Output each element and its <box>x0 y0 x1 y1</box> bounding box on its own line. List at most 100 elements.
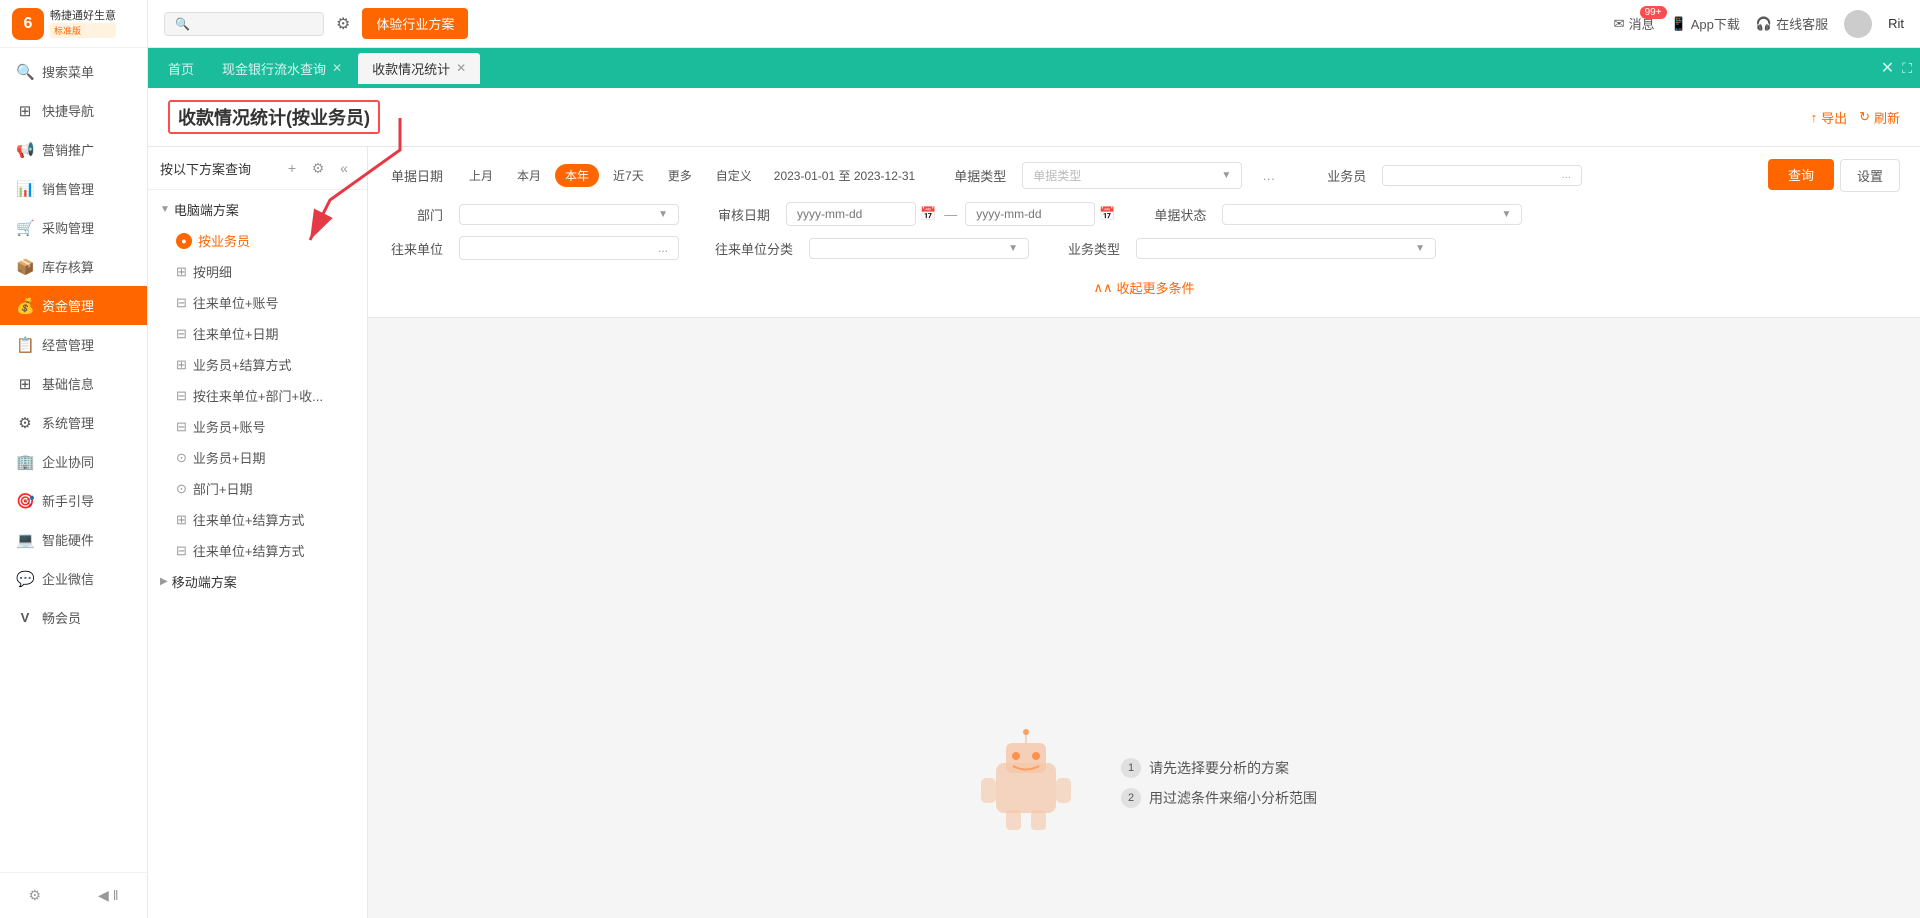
sidebar-item-quick-nav[interactable]: ⊞ 快捷导航 <box>0 91 147 130</box>
sidebar-item-system[interactable]: ⚙ 系统管理 <box>0 403 147 442</box>
refresh-btn[interactable]: ↻ 刷新 <box>1859 108 1900 127</box>
date-tab-custom[interactable]: 自定义 <box>706 164 762 187</box>
doc-status-select[interactable]: ▼ <box>1222 204 1522 225</box>
scheme-item-unit-settle2[interactable]: ⊟ 往来单位+结算方式 <box>156 535 367 566</box>
scheme-item-unit-date[interactable]: ⊟ 往来单位+日期 <box>156 318 367 349</box>
collapse-panel-btn[interactable]: « <box>333 157 355 179</box>
scheme-item-dept-date[interactable]: ⊙ 部门+日期 <box>156 473 367 504</box>
scheme-item-salesman-account[interactable]: ⊟ 业务员+账号 <box>156 411 367 442</box>
doc-status-label: 单据状态 <box>1151 205 1206 224</box>
counterpart-cat-select[interactable]: ▼ <box>809 238 1029 259</box>
tab-receipts-close[interactable]: ✕ <box>456 61 466 75</box>
topbar-gear-icon[interactable]: ⚙ <box>336 14 350 34</box>
tab-cashflow[interactable]: 现金银行流水查询 ✕ <box>208 53 356 84</box>
search-menu-icon: 🔍 <box>16 63 34 81</box>
tab-cashflow-close[interactable]: ✕ <box>332 61 342 75</box>
sidebar-item-operations[interactable]: 📋 经营管理 <box>0 325 147 364</box>
scheme-item-unit-account[interactable]: ⊟ 往来单位+账号 <box>156 287 367 318</box>
sidebar-label-inventory: 库存核算 <box>42 257 94 276</box>
settings-btn-filter[interactable]: 设置 <box>1840 159 1900 192</box>
audit-to-calendar-icon[interactable]: 📅 <box>1099 206 1115 222</box>
biz-type-select[interactable]: ▼ <box>1136 238 1436 259</box>
query-btn[interactable]: 查询 <box>1768 159 1834 190</box>
unit-settle2-icon: ⊟ <box>176 543 187 559</box>
scheme-item-salesman-date[interactable]: ⊙ 业务员+日期 <box>156 442 367 473</box>
date-tab-last-month[interactable]: 上月 <box>459 164 503 187</box>
counterpart-cat-arrow-icon: ▼ <box>1008 243 1018 254</box>
scheme-item-detail[interactable]: ⊞ 按明细 <box>156 256 367 287</box>
sidebar-item-sales[interactable]: 📊 销售管理 <box>0 169 147 208</box>
user-avatar[interactable] <box>1844 10 1872 38</box>
right-content: 单据日期 上月 本月 本年 近7天 更多 自定义 2023-01-01 至 <box>368 147 1920 918</box>
sidebar-item-guide[interactable]: 🎯 新手引导 <box>0 481 147 520</box>
sidebar-item-inventory[interactable]: 📦 库存核算 <box>0 247 147 286</box>
pc-category[interactable]: ▼ 电脑端方案 ● 按业务员 ⊞ <box>148 194 367 566</box>
app-download-btn[interactable]: 📱 App下载 <box>1671 14 1740 33</box>
doc-type-more-icon[interactable]: … <box>1262 168 1275 183</box>
salesman-select[interactable]: … <box>1382 165 1582 186</box>
audit-date-to-input[interactable] <box>965 202 1095 226</box>
marketing-icon: 📢 <box>16 141 34 159</box>
mobile-category[interactable]: ▶ 移动端方案 <box>148 566 367 597</box>
collapse-sidebar-btn[interactable]: ◀ ‖ <box>88 881 128 910</box>
audit-date-group: 📅 — 📅 <box>786 202 1115 226</box>
trial-button[interactable]: 体验行业方案 <box>362 8 468 39</box>
sidebar-item-wechat[interactable]: 💬 企业微信 <box>0 559 147 598</box>
dept-arrow-icon: ▼ <box>658 209 668 220</box>
tab-home[interactable]: 首页 <box>156 53 206 84</box>
date-tab-more[interactable]: 更多 <box>658 164 702 187</box>
pc-category-label: 电脑端方案 <box>174 200 239 219</box>
scheme-unit-settle1-label: 往来单位+结算方式 <box>193 510 305 529</box>
empty-step-1: 1 请先选择要分析的方案 <box>1121 758 1317 778</box>
online-service-btn[interactable]: 🎧 在线客服 <box>1756 14 1828 33</box>
sidebar-item-search-menu[interactable]: 🔍 搜索菜单 <box>0 52 147 91</box>
counterpart-select[interactable]: ... <box>459 236 679 260</box>
add-scheme-btn[interactable]: + <box>281 157 303 179</box>
dept-select[interactable]: ▼ <box>459 204 679 225</box>
audit-from-calendar-icon[interactable]: 📅 <box>920 206 936 222</box>
sidebar-item-finance[interactable]: 💰 资金管理 <box>0 286 147 325</box>
sidebar-item-enterprise[interactable]: 🏢 企业协同 <box>0 442 147 481</box>
enterprise-icon: 🏢 <box>16 453 34 471</box>
scheme-item-unit-dept[interactable]: ⊟ 按往来单位+部门+收... <box>156 380 367 411</box>
filter-area: 单据日期 上月 本月 本年 近7天 更多 自定义 2023-01-01 至 <box>368 147 1920 318</box>
date-tab-this-year[interactable]: 本年 <box>555 164 599 187</box>
message-btn[interactable]: ✉ 消息 99+ <box>1614 14 1655 33</box>
doc-type-select[interactable]: 单据类型 ▼ <box>1022 162 1242 189</box>
date-tab-7days[interactable]: 近7天 <box>603 164 654 187</box>
doc-status-arrow-icon: ▼ <box>1501 209 1511 220</box>
counterpart-more-icon[interactable]: ... <box>658 241 668 255</box>
left-panel: 按以下方案查询 + ⚙ « ▼ 电脑端方案 <box>148 147 368 918</box>
sidebar-item-member[interactable]: V 畅会员 <box>0 598 147 637</box>
step-2-text: 用过滤条件来缩小分析范围 <box>1149 788 1317 808</box>
doc-type-arrow-icon: ▼ <box>1221 170 1231 181</box>
collapse-more-btn[interactable]: ∧∧ 收起更多条件 <box>388 270 1900 305</box>
tabbar-close-all-btn[interactable]: ✕ <box>1881 58 1894 78</box>
topbar-search-box[interactable]: 🔍 <box>164 12 324 36</box>
settings-bottom-btn[interactable]: ⚙ <box>18 881 51 910</box>
doc-type-value: 单据类型 <box>1033 167 1081 184</box>
biz-type-arrow-icon: ▼ <box>1415 243 1425 254</box>
topbar: 🔍 ⚙ 体验行业方案 ✉ 消息 99+ 📱 App下载 🎧 在线客服 Rit <box>148 0 1920 48</box>
empty-step-2: 2 用过滤条件来缩小分析范围 <box>1121 788 1317 808</box>
sidebar-label-sales: 销售管理 <box>42 179 94 198</box>
sidebar-label-wechat: 企业微信 <box>42 569 94 588</box>
sidebar-item-purchase[interactable]: 🛒 采购管理 <box>0 208 147 247</box>
export-btn[interactable]: ↑ 导出 <box>1811 108 1848 127</box>
date-tab-this-month[interactable]: 本月 <box>507 164 551 187</box>
app-download-label: App下载 <box>1691 14 1740 33</box>
sidebar-label-system: 系统管理 <box>42 413 94 432</box>
page-title: 收款情况统计(按业务员) <box>168 100 380 134</box>
sidebar-item-marketing[interactable]: 📢 营销推广 <box>0 130 147 169</box>
scheme-item-unit-settle1[interactable]: ⊞ 往来单位+结算方式 <box>156 504 367 535</box>
scheme-item-salesman-settle[interactable]: ⊞ 业务员+结算方式 <box>156 349 367 380</box>
audit-date-from-input[interactable] <box>786 202 916 226</box>
tab-receipts[interactable]: 收款情况统计 ✕ <box>358 53 480 84</box>
query-action-buttons: 查询 设置 <box>1768 159 1900 192</box>
tabbar-expand-btn[interactable]: ⛶ <box>1902 60 1912 77</box>
sidebar-item-smart-hw[interactable]: 💻 智能硬件 <box>0 520 147 559</box>
scheme-salesman-label: 按业务员 <box>198 231 250 250</box>
scheme-settings-btn[interactable]: ⚙ <box>307 157 329 179</box>
sidebar-item-basic-info[interactable]: ⊞ 基础信息 <box>0 364 147 403</box>
scheme-item-salesman[interactable]: ● 按业务员 <box>156 225 367 256</box>
